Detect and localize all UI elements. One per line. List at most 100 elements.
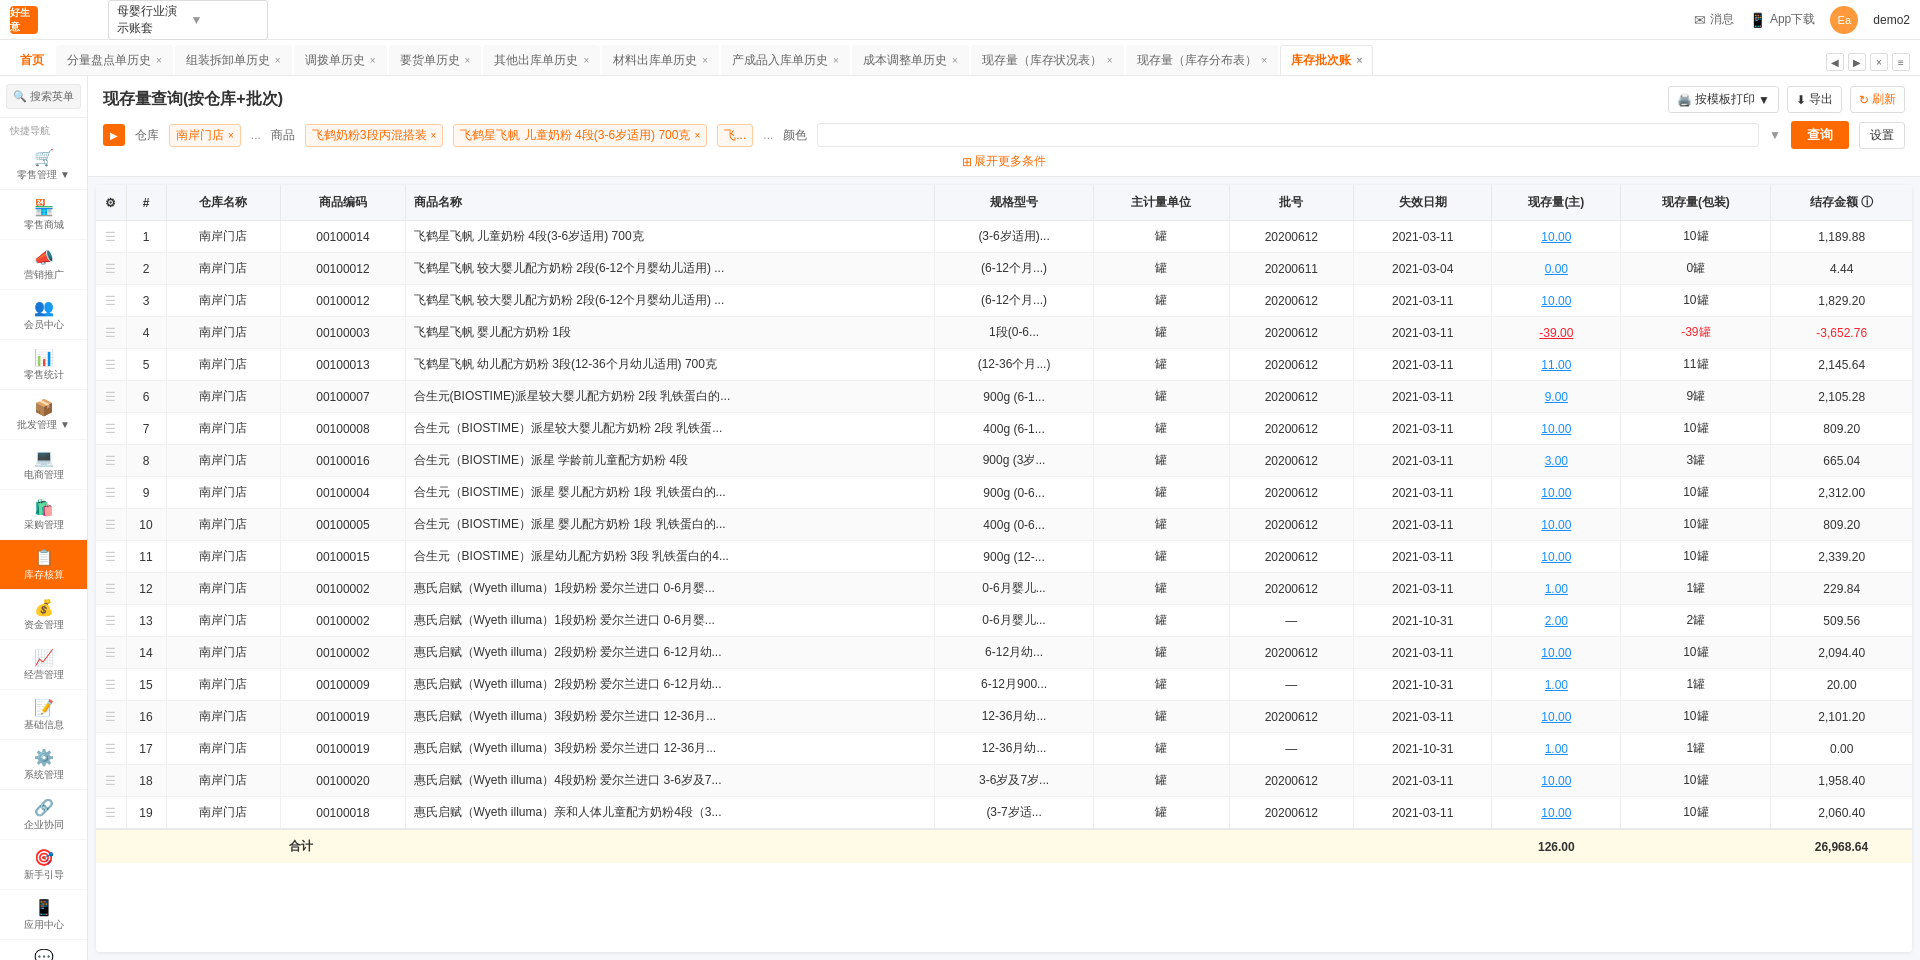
tab-ku-cun-pi-ci-close-icon[interactable]: × [1356, 55, 1362, 66]
sidebar-item-purchase[interactable]: 🛍️ 采购管理 [0, 490, 87, 540]
tab-home[interactable]: 首页 [10, 45, 54, 75]
row-settings-icon[interactable]: ☰ [96, 605, 126, 637]
row-qty-main[interactable]: 10.00 [1492, 477, 1621, 509]
row-settings-icon[interactable]: ☰ [96, 637, 126, 669]
sidebar-item-system[interactable]: ⚙️ 系统管理 [0, 740, 87, 790]
row-settings-icon[interactable]: ☰ [96, 701, 126, 733]
row-qty-main[interactable]: 10.00 [1492, 765, 1621, 797]
sidebar-item-retail-stats[interactable]: 📊 零售统计 [0, 340, 87, 390]
tab-tiao-bo[interactable]: 调拨单历史 × [294, 45, 387, 75]
tab-zu-chai-close-icon[interactable]: × [275, 55, 281, 66]
tab-xian-cun-kuzhuang[interactable]: 现存量（库存状况表） × [971, 45, 1124, 75]
tab-yao-huo-close-icon[interactable]: × [465, 55, 471, 66]
row-qty-main[interactable]: 11.00 [1492, 349, 1621, 381]
row-settings-icon[interactable]: ☰ [96, 381, 126, 413]
tab-tiao-bo-close-icon[interactable]: × [370, 55, 376, 66]
tab-close-button[interactable]: × [1870, 53, 1888, 71]
row-settings-icon[interactable]: ☰ [96, 765, 126, 797]
row-settings-icon[interactable]: ☰ [96, 445, 126, 477]
tab-xian-cun-fenbu[interactable]: 现存量（库存分布表） × [1126, 45, 1279, 75]
sidebar-item-retail-mgmt[interactable]: 🛒 零售管理 ▼ [0, 140, 87, 190]
row-qty-main[interactable]: 9.00 [1492, 381, 1621, 413]
tab-qi-ta-chu-close-icon[interactable]: × [583, 55, 589, 66]
th-settings[interactable]: ⚙ [96, 185, 126, 221]
tab-ku-cun-pi-ci[interactable]: 库存批次账 × [1280, 45, 1373, 75]
sidebar-item-wholesale[interactable]: 📦 批发管理 ▼ [0, 390, 87, 440]
tab-cai-liao-chu[interactable]: 材料出库单历史 × [602, 45, 719, 75]
row-qty-main[interactable]: 10.00 [1492, 541, 1621, 573]
row-settings-icon[interactable]: ☰ [96, 733, 126, 765]
row-qty-main[interactable]: 10.00 [1492, 701, 1621, 733]
sidebar-item-inventory[interactable]: 📋 库存核算 [0, 540, 87, 590]
row-qty-main[interactable]: 3.00 [1492, 445, 1621, 477]
row-settings-icon[interactable]: ☰ [96, 509, 126, 541]
product-ellipsis[interactable]: ... [763, 128, 773, 142]
avatar[interactable]: Ea [1830, 6, 1858, 34]
template-print-button[interactable]: 🖨️ 按模板打印 ▼ [1668, 86, 1779, 113]
row-settings-icon[interactable]: ☰ [96, 349, 126, 381]
tab-fen-pan-close-icon[interactable]: × [156, 55, 162, 66]
sidebar-item-basic-info[interactable]: 📝 基础信息 [0, 690, 87, 740]
row-qty-main[interactable]: 10.00 [1492, 797, 1621, 830]
row-settings-icon[interactable]: ☰ [96, 253, 126, 285]
row-qty-main[interactable]: 10.00 [1492, 509, 1621, 541]
account-dropdown[interactable]: 母婴行业演示账套 ▼ [108, 0, 268, 40]
sidebar-item-marketing[interactable]: 📣 营销推广 [0, 240, 87, 290]
sidebar-item-enterprise[interactable]: 🔗 企业协同 [0, 790, 87, 840]
tab-chan-cheng-ru-close-icon[interactable]: × [833, 55, 839, 66]
row-settings-icon[interactable]: ☰ [96, 669, 126, 701]
tab-cai-liao-chu-close-icon[interactable]: × [702, 55, 708, 66]
sidebar-item-guide[interactable]: 🎯 新手引导 [0, 840, 87, 890]
row-settings-icon[interactable]: ☰ [96, 221, 126, 253]
sidebar-item-enterprise-wechat[interactable]: 💬 企业微信 [0, 940, 87, 960]
messages-button[interactable]: ✉ 消息 [1694, 11, 1734, 28]
settings-button[interactable]: 设置 [1859, 122, 1905, 149]
row-settings-icon[interactable]: ☰ [96, 413, 126, 445]
warehouse-tag-remove-icon[interactable]: × [228, 130, 234, 141]
row-qty-main[interactable]: 10.00 [1492, 637, 1621, 669]
export-button[interactable]: ⬇ 导出 [1787, 86, 1842, 113]
row-qty-main[interactable]: 10.00 [1492, 413, 1621, 445]
row-settings-icon[interactable]: ☰ [96, 541, 126, 573]
expand-more-conditions-button[interactable]: ⊞ 展开更多条件 [962, 153, 1046, 170]
tab-xian-cun-fenbu-close-icon[interactable]: × [1262, 55, 1268, 66]
tab-qi-ta-chu[interactable]: 其他出库单历史 × [483, 45, 600, 75]
product-tag-2-remove-icon[interactable]: × [694, 130, 700, 141]
product-filter-tag-1[interactable]: 飞鹤奶粉3段丙混搭装 × [305, 124, 444, 147]
row-qty-main[interactable]: 0.00 [1492, 253, 1621, 285]
color-filter-input[interactable] [817, 123, 1759, 147]
tab-menu-button[interactable]: ≡ [1892, 53, 1910, 71]
product-filter-tag-2[interactable]: 飞鹤星飞帆 儿童奶粉 4段(3-6岁适用) 700克 × [453, 124, 707, 147]
sidebar-item-ecommerce[interactable]: 💻 电商管理 [0, 440, 87, 490]
refresh-button[interactable]: ↻ 刷新 [1850, 86, 1905, 113]
row-settings-icon[interactable]: ☰ [96, 317, 126, 349]
row-qty-main[interactable]: 10.00 [1492, 221, 1621, 253]
product-filter-tag-more[interactable]: 飞... [717, 124, 753, 147]
row-qty-main[interactable]: 1.00 [1492, 733, 1621, 765]
tab-yao-huo[interactable]: 要货单历史 × [389, 45, 482, 75]
tab-cheng-ben[interactable]: 成本调整单历史 × [852, 45, 969, 75]
sidebar-item-member[interactable]: 👥 会员中心 [0, 290, 87, 340]
row-qty-main[interactable]: 1.00 [1492, 573, 1621, 605]
sidebar-item-retail-shop[interactable]: 🏪 零售商城 [0, 190, 87, 240]
row-qty-main[interactable]: 1.00 [1492, 669, 1621, 701]
sidebar-item-app-center[interactable]: 📱 应用中心 [0, 890, 87, 940]
app-download-button[interactable]: 📱 App下载 [1749, 11, 1815, 28]
tab-zu-chai[interactable]: 组装拆卸单历史 × [175, 45, 292, 75]
product-tag-1-remove-icon[interactable]: × [431, 130, 437, 141]
tab-prev-button[interactable]: ◀ [1826, 53, 1844, 71]
sidebar-item-operations[interactable]: 📈 经营管理 [0, 640, 87, 690]
tab-cheng-ben-close-icon[interactable]: × [952, 55, 958, 66]
row-settings-icon[interactable]: ☰ [96, 285, 126, 317]
query-button[interactable]: 查询 [1791, 121, 1849, 149]
warehouse-filter-tag[interactable]: 南岸门店 × [169, 124, 241, 147]
sidebar-item-finance[interactable]: 💰 资金管理 [0, 590, 87, 640]
warehouse-ellipsis[interactable]: ... [251, 128, 261, 142]
tab-xian-cun-kuzhuang-close-icon[interactable]: × [1107, 55, 1113, 66]
filter-expand-arrow-button[interactable]: ▶ [103, 124, 125, 146]
row-qty-main[interactable]: 10.00 [1492, 285, 1621, 317]
row-qty-main[interactable]: 2.00 [1492, 605, 1621, 637]
row-qty-main[interactable]: -39.00 [1492, 317, 1621, 349]
tab-next-button[interactable]: ▶ [1848, 53, 1866, 71]
tab-fen-pan[interactable]: 分量盘点单历史 × [56, 45, 173, 75]
